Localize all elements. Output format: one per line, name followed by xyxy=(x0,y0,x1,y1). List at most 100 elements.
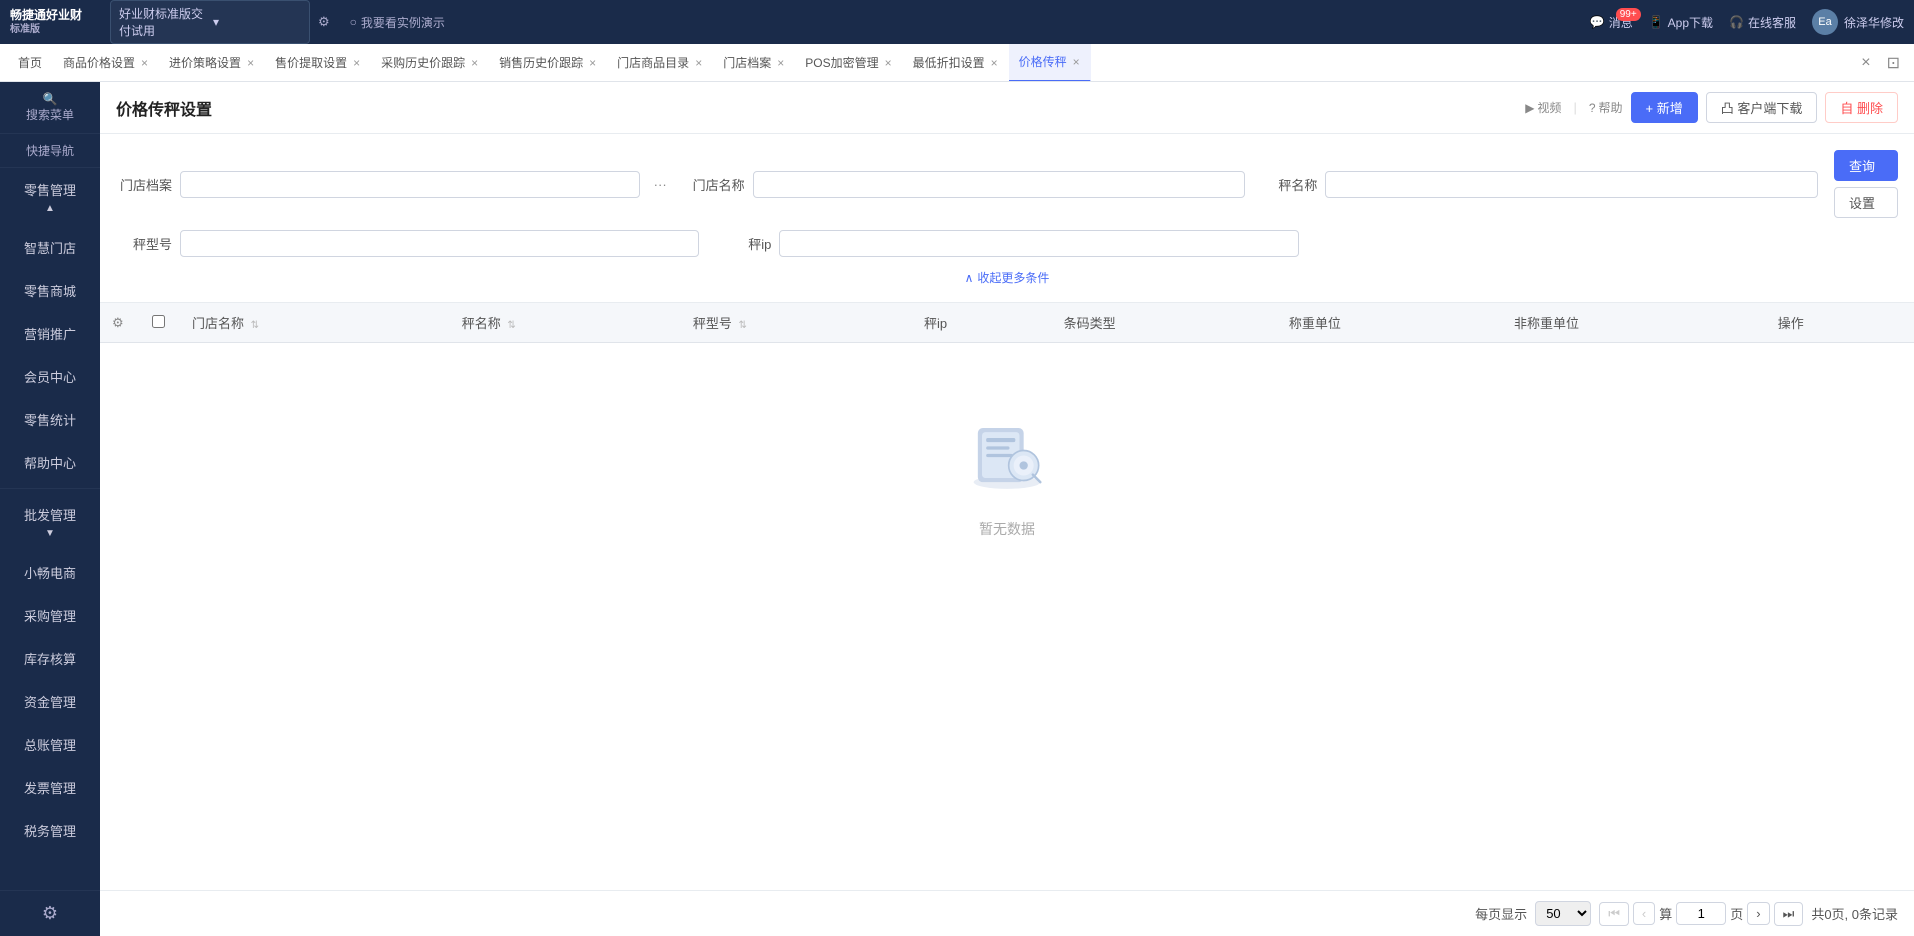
tab-sales-history-close[interactable]: × xyxy=(589,56,596,70)
tab-home[interactable]: 首页 xyxy=(8,44,53,82)
app-name: 畅捷通好业财 xyxy=(10,8,110,24)
tab-sale-extract[interactable]: 售价提取设置 × xyxy=(265,44,371,82)
th-settings: ⚙ xyxy=(100,303,140,343)
tab-price-scale-close[interactable]: × xyxy=(1073,55,1080,69)
scale-type-input[interactable] xyxy=(180,230,699,257)
sidebar-search[interactable]: 🔍 搜索菜单 xyxy=(0,82,100,134)
sidebar-item-purchase-label: 采购管理 xyxy=(24,606,76,625)
sidebar-item-member[interactable]: 会员中心 xyxy=(0,355,100,398)
tab-store-archive-close[interactable]: × xyxy=(777,56,784,70)
user-menu[interactable]: Ea 徐泽华修改 xyxy=(1812,9,1904,35)
tab-close-btn[interactable]: × xyxy=(1855,52,1876,74)
first-page-btn[interactable]: ⏮ xyxy=(1599,902,1629,926)
th-scale-name[interactable]: 秤名称 ⇅ xyxy=(450,303,681,343)
delete-button[interactable]: 自 删除 xyxy=(1825,92,1898,123)
tab-price-setting[interactable]: 商品价格设置 × xyxy=(53,44,159,82)
scale-name-label: 秤名称 xyxy=(1261,175,1317,194)
tab-purchase-history-close[interactable]: × xyxy=(471,56,478,70)
filter-scale-type: 秤型号 xyxy=(116,230,699,257)
page-size-select[interactable]: 10 20 50 100 xyxy=(1535,901,1591,926)
tab-store-archive[interactable]: 门店档案 × xyxy=(713,44,795,82)
last-page-btn[interactable]: ⏭ xyxy=(1774,902,1804,926)
scale-ip-input[interactable] xyxy=(779,230,1298,257)
tab-sales-history[interactable]: 销售历史价跟踪 × xyxy=(489,44,607,82)
sidebar-item-retail-mall[interactable]: 零售商城 xyxy=(0,269,100,312)
settings-filter-button[interactable]: 设置 xyxy=(1834,187,1898,218)
table-settings-icon[interactable]: ⚙ xyxy=(112,315,124,330)
sidebar-item-invoice[interactable]: 发票管理 xyxy=(0,766,100,809)
demo-link[interactable]: ○ 我要看实例演示 xyxy=(350,14,445,31)
download-button[interactable]: 凸 客户端下载 xyxy=(1706,92,1818,123)
th-barcode-type: 条码类型 xyxy=(1052,303,1277,343)
sidebar-item-retail-stats[interactable]: 零售统计 xyxy=(0,398,100,441)
message-btn[interactable]: 💬 消息 99+ xyxy=(1590,14,1633,31)
settings-icon[interactable]: ⚙ xyxy=(318,14,330,30)
filter-store-name: 门店名称 xyxy=(689,171,1246,198)
tab-price-setting-close[interactable]: × xyxy=(141,56,148,70)
chevron-down-icon: ▼ xyxy=(45,528,55,539)
tab-store-catalog-label: 门店商品目录 xyxy=(617,54,689,71)
total-info: 共0页, 0条记录 xyxy=(1811,904,1898,923)
th-store-name[interactable]: 门店名称 ⇅ xyxy=(180,303,450,343)
main-layout: 🔍 搜索菜单 快捷导航 零售管理 ▲ 智慧门店 零售商城 营销推广 会员中心 零… xyxy=(0,82,1914,936)
sidebar-settings[interactable]: ⚙ xyxy=(0,890,100,936)
query-button[interactable]: 查询 xyxy=(1834,150,1898,181)
tab-min-discount-close[interactable]: × xyxy=(991,56,998,70)
tab-purchase-strategy[interactable]: 进价策略设置 × xyxy=(159,44,265,82)
store-archive-label: 门店档案 xyxy=(116,175,172,194)
sidebar-item-help[interactable]: 帮助中心 xyxy=(0,441,100,484)
video-link[interactable]: ▶ 视频 xyxy=(1525,99,1561,116)
sidebar-item-retail-mgmt[interactable]: 零售管理 ▲ xyxy=(0,168,100,226)
tab-pos[interactable]: POS加密管理 × xyxy=(795,44,902,82)
ellipsis-icon[interactable]: ··· xyxy=(648,177,673,192)
tab-bar: 首页 商品价格设置 × 进价策略设置 × 售价提取设置 × 采购历史价跟踪 × … xyxy=(0,44,1914,82)
tab-bar-right: × ⊡ xyxy=(1855,51,1906,75)
sidebar-item-smart-store[interactable]: 智慧门店 xyxy=(0,226,100,269)
sidebar-item-ledger[interactable]: 总账管理 xyxy=(0,723,100,766)
select-all-checkbox[interactable] xyxy=(152,315,165,328)
divider: | xyxy=(1573,100,1576,115)
page-nav: ⏮ ‹ 算 页 › ⏭ xyxy=(1599,902,1803,926)
version-select[interactable]: 好业财标准版交付试用 ▾ xyxy=(110,0,310,44)
tab-sale-extract-label: 售价提取设置 xyxy=(275,54,347,71)
sidebar-item-tax[interactable]: 税务管理 xyxy=(0,809,100,852)
tab-price-scale[interactable]: 价格传秤 × xyxy=(1009,44,1091,82)
sort-icon: ⇅ xyxy=(251,320,259,331)
page-input[interactable] xyxy=(1676,902,1726,925)
add-button[interactable]: + 新增 xyxy=(1631,92,1698,123)
online-service-btn[interactable]: 🎧 在线客服 xyxy=(1729,14,1796,31)
store-name-input[interactable] xyxy=(753,171,1246,198)
table-body: 暂无数据 xyxy=(100,343,1914,600)
sidebar-item-marketing[interactable]: 营销推广 xyxy=(0,312,100,355)
sidebar-item-help-label: 帮助中心 xyxy=(24,453,76,472)
sidebar-item-wholesale-mgmt[interactable]: 批发管理 ▼ xyxy=(0,493,100,551)
scale-name-input[interactable] xyxy=(1325,171,1818,198)
sidebar-item-finance-label: 资金管理 xyxy=(24,692,76,711)
sidebar-item-inventory[interactable]: 库存核算 xyxy=(0,637,100,680)
tab-pos-label: POS加密管理 xyxy=(805,54,878,71)
prev-page-btn[interactable]: ‹ xyxy=(1633,902,1655,925)
tab-store-catalog[interactable]: 门店商品目录 × xyxy=(607,44,713,82)
th-scale-type[interactable]: 秤型号 ⇅ xyxy=(681,303,912,343)
tab-expand-btn[interactable]: ⊡ xyxy=(1881,51,1906,75)
tab-min-discount[interactable]: 最低折扣设置 × xyxy=(903,44,1009,82)
next-page-btn[interactable]: › xyxy=(1747,902,1769,925)
help-icon: ? xyxy=(1589,101,1596,115)
app-sub-name: 标准版 xyxy=(10,23,110,36)
sidebar-item-ecommerce-label: 小畅电商 xyxy=(24,563,76,582)
page-suffix: 页 xyxy=(1730,904,1743,923)
app-download-btn[interactable]: 📱 App下载 xyxy=(1649,14,1713,31)
sidebar-item-finance[interactable]: 资金管理 xyxy=(0,680,100,723)
tab-purchase-strategy-close[interactable]: × xyxy=(247,56,254,70)
help-link[interactable]: ? 帮助 xyxy=(1589,99,1623,116)
tab-store-catalog-close[interactable]: × xyxy=(695,56,702,70)
tab-pos-close[interactable]: × xyxy=(885,56,892,70)
sidebar-item-ecommerce[interactable]: 小畅电商 xyxy=(0,551,100,594)
filter-area: 门店档案 ··· 门店名称 秤名称 查询 设置 xyxy=(100,134,1914,303)
store-archive-input[interactable] xyxy=(180,171,640,198)
collapse-button[interactable]: ∧ 收起更多条件 xyxy=(965,269,1050,286)
tab-purchase-history[interactable]: 采购历史价跟踪 × xyxy=(371,44,489,82)
sidebar-quick-nav[interactable]: 快捷导航 xyxy=(0,134,100,168)
tab-sale-extract-close[interactable]: × xyxy=(353,56,360,70)
sidebar-item-purchase[interactable]: 采购管理 xyxy=(0,594,100,637)
